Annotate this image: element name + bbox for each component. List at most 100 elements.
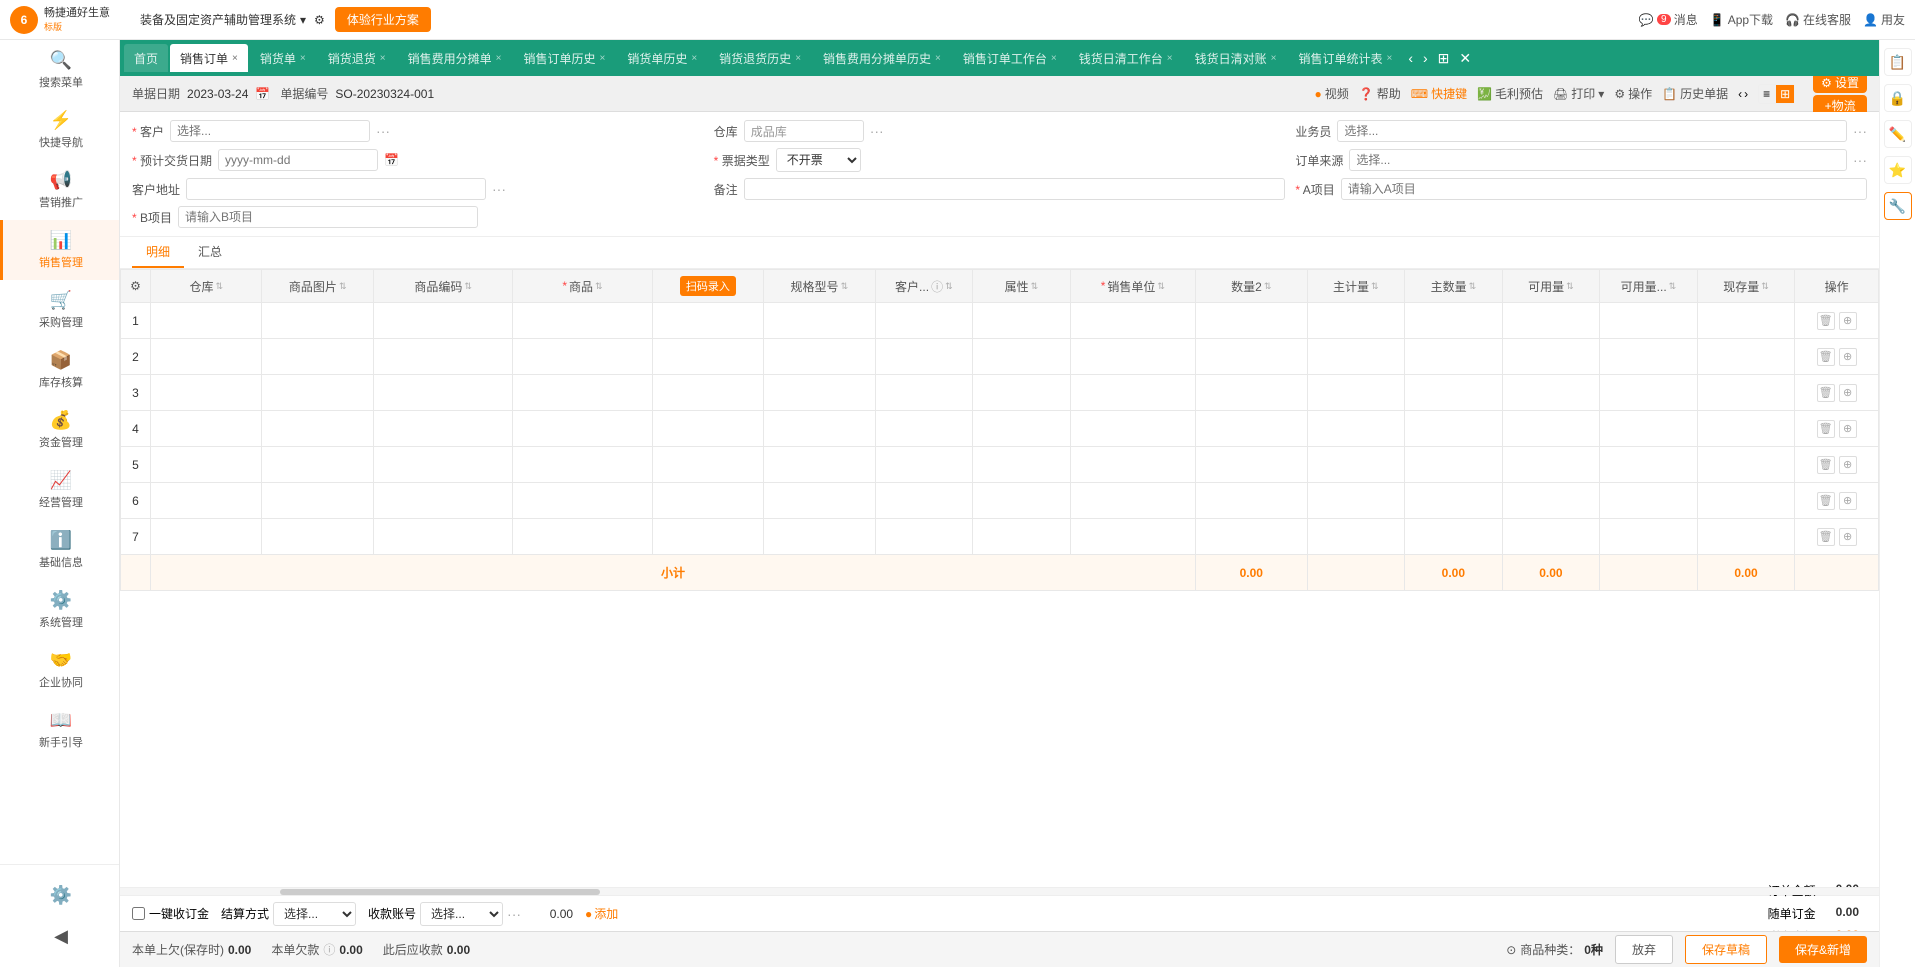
cell-unit[interactable]	[1070, 339, 1195, 375]
sidebar-item-search[interactable]: 🔍 搜索菜单	[0, 40, 119, 100]
operate-btn[interactable]: ⚙ 操作	[1614, 85, 1652, 102]
copy-row-btn[interactable]: ⊕	[1839, 348, 1857, 366]
right-panel-edit-icon[interactable]: ✏️	[1884, 120, 1912, 148]
cell-available2[interactable]	[1600, 339, 1698, 375]
tab-return-history[interactable]: 销货退货历史 ×	[709, 44, 811, 72]
cell-attr[interactable]	[973, 519, 1071, 555]
delete-row-btn[interactable]: 🗑	[1817, 384, 1835, 402]
add-payment-btn[interactable]: ● 添加	[585, 905, 618, 922]
delivery-input[interactable]	[218, 149, 378, 171]
save-new-btn[interactable]: 保存&新增	[1779, 936, 1867, 963]
discard-btn[interactable]: 放弃	[1615, 935, 1673, 964]
cell-image[interactable]	[262, 483, 373, 519]
online-service-btn[interactable]: 🎧 在线客服	[1785, 11, 1851, 28]
tab-summary[interactable]: 汇总	[184, 237, 236, 268]
tab-close-icon[interactable]: ×	[599, 53, 605, 64]
chevron-down-icon[interactable]: ▾	[300, 13, 306, 27]
cell-unit[interactable]	[1070, 303, 1195, 339]
order-source-input[interactable]	[1349, 149, 1847, 171]
invoice-select[interactable]: 不开票	[776, 148, 861, 172]
cell-customer-code[interactable]	[875, 375, 973, 411]
cell-code[interactable]	[373, 375, 512, 411]
cell-customer-code[interactable]	[875, 411, 973, 447]
cell-stock[interactable]	[1697, 411, 1795, 447]
right-panel-star-icon[interactable]: ⭐	[1884, 156, 1912, 184]
tab-order-history[interactable]: 销售订单历史 ×	[513, 44, 615, 72]
horizontal-scrollbar[interactable]	[120, 887, 1879, 895]
cell-customer-code[interactable]	[875, 483, 973, 519]
cell-warehouse[interactable]	[151, 303, 262, 339]
copy-row-btn[interactable]: ⊕	[1839, 312, 1857, 330]
cell-image[interactable]	[262, 339, 373, 375]
cell-main-unit[interactable]	[1307, 303, 1405, 339]
save-draft-btn[interactable]: 保存草稿	[1685, 935, 1767, 964]
salesman-more-btn[interactable]: ···	[1853, 123, 1867, 139]
cell-product[interactable]	[513, 339, 652, 375]
cell-warehouse[interactable]	[151, 375, 262, 411]
cell-spec[interactable]	[764, 411, 875, 447]
tab-close-icon[interactable]: ×	[1051, 53, 1057, 64]
cell-qty2[interactable]	[1196, 411, 1307, 447]
cell-stock[interactable]	[1697, 375, 1795, 411]
payment-account-select[interactable]: 选择...	[420, 902, 503, 926]
cell-available2[interactable]	[1600, 447, 1698, 483]
cell-attr[interactable]	[973, 375, 1071, 411]
cell-attr[interactable]	[973, 339, 1071, 375]
sidebar-item-inventory[interactable]: 📦 库存核算	[0, 340, 119, 400]
cell-scan[interactable]	[652, 447, 763, 483]
cell-available[interactable]	[1502, 447, 1600, 483]
cell-available[interactable]	[1502, 519, 1600, 555]
address-input[interactable]	[186, 178, 486, 200]
copy-row-btn[interactable]: ⊕	[1839, 492, 1857, 510]
message-btn[interactable]: 💬 9 消息	[1639, 11, 1698, 28]
copy-row-btn[interactable]: ⊕	[1839, 456, 1857, 474]
cell-image[interactable]	[262, 519, 373, 555]
cell-stock[interactable]	[1697, 483, 1795, 519]
cell-code[interactable]	[373, 339, 512, 375]
calendar-icon[interactable]: 📅	[255, 87, 270, 101]
cell-attr[interactable]	[973, 303, 1071, 339]
tab-close-icon[interactable]: ×	[1386, 53, 1392, 64]
cell-warehouse[interactable]	[151, 483, 262, 519]
cell-product[interactable]	[513, 411, 652, 447]
tab-detail[interactable]: 明细	[132, 237, 184, 268]
cell-stock[interactable]	[1697, 303, 1795, 339]
tab-expand-btn[interactable]: ⊞	[1434, 50, 1454, 67]
history-btn[interactable]: 📋 历史单据	[1662, 85, 1728, 102]
right-panel-tool-icon[interactable]: 🔧	[1884, 192, 1912, 220]
quick-deposit-checkbox[interactable]	[132, 907, 145, 920]
scrollbar-thumb[interactable]	[280, 889, 600, 895]
cell-code[interactable]	[373, 411, 512, 447]
tab-return[interactable]: 销货退货 ×	[318, 44, 396, 72]
sidebar-item-quick-nav[interactable]: ⚡ 快捷导航	[0, 100, 119, 160]
cell-scan[interactable]	[652, 303, 763, 339]
sidebar-settings-btn[interactable]: ⚙️	[0, 875, 119, 916]
cell-unit[interactable]	[1070, 519, 1195, 555]
customer-more-btn[interactable]: ···	[376, 123, 390, 139]
cell-image[interactable]	[262, 447, 373, 483]
delete-row-btn[interactable]: 🗑	[1817, 312, 1835, 330]
cell-spec[interactable]	[764, 483, 875, 519]
cell-main-qty[interactable]	[1405, 519, 1503, 555]
tab-close-all-btn[interactable]: ✕	[1455, 50, 1475, 67]
app-download-btn[interactable]: 📱 App下载	[1710, 11, 1773, 28]
cell-available2[interactable]	[1600, 303, 1698, 339]
cell-attr[interactable]	[973, 483, 1071, 519]
cell-code[interactable]	[373, 303, 512, 339]
tab-close-icon[interactable]: ×	[935, 53, 941, 64]
cell-warehouse[interactable]	[151, 339, 262, 375]
cell-image[interactable]	[262, 375, 373, 411]
cell-scan[interactable]	[652, 519, 763, 555]
cell-main-unit[interactable]	[1307, 375, 1405, 411]
cell-customer-code[interactable]	[875, 519, 973, 555]
sidebar-item-marketing[interactable]: 📢 营销推广	[0, 160, 119, 220]
cell-available[interactable]	[1502, 483, 1600, 519]
cell-scan[interactable]	[652, 339, 763, 375]
cell-qty2[interactable]	[1196, 339, 1307, 375]
scan-btn[interactable]: 扫码录入	[680, 276, 736, 296]
cell-available[interactable]	[1502, 303, 1600, 339]
data-table-container[interactable]: ⚙ 仓库 ⇅ 商品图片 ⇅	[120, 269, 1879, 887]
sidebar-item-operations[interactable]: 📈 经营管理	[0, 460, 119, 520]
tab-next-btn[interactable]: ›	[1419, 50, 1432, 66]
tab-daily-workbench[interactable]: 钱货日清工作台 ×	[1069, 44, 1183, 72]
